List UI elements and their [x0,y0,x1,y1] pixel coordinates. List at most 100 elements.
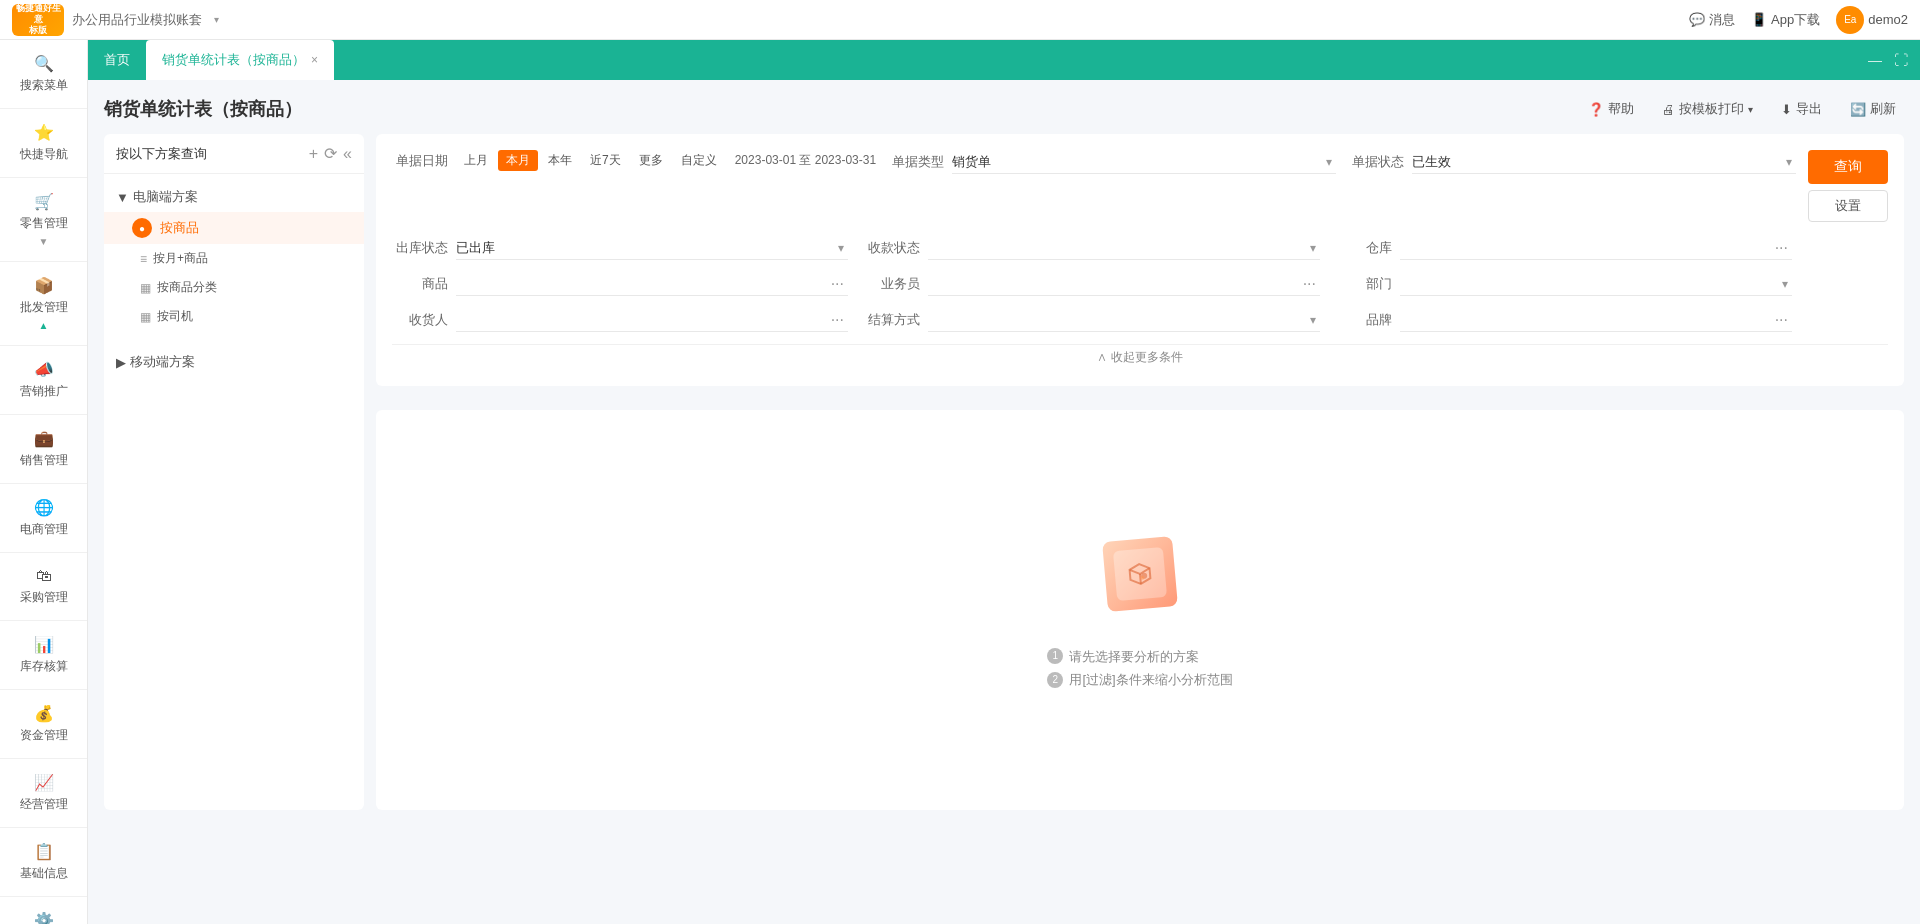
sidebar-item-retail[interactable]: 🛒 零售管理 ▼ [0,178,87,262]
sidebar-wholesale-label: 批发管理 [20,299,68,316]
date-label: 单据日期 [392,152,448,170]
mobile-scheme-group: ▶ 移动端方案 [104,339,364,385]
tab-close-button[interactable]: × [311,53,318,67]
brand-input[interactable] [1400,308,1792,332]
tab-home[interactable]: 首页 [88,40,146,80]
user-name: demo2 [1868,12,1908,27]
filter-salesperson: 业务员 ··· [864,272,1320,296]
export-label: 导出 [1796,100,1822,118]
period-custom[interactable]: 自定义 [673,150,725,171]
sidebar-item-system[interactable]: ⚙️ 系统管理 [0,897,87,924]
tab-active[interactable]: 销货单统计表（按商品） × [146,40,334,80]
sidebar-item-search[interactable]: 🔍 搜索菜单 [0,40,87,109]
sidebar-item-inventory[interactable]: 📊 库存核算 [0,621,87,690]
scheme-item-by-category[interactable]: ▦ 按商品分类 [104,273,364,302]
empty-state: 请先选择要分析的方案 用[过滤]条件来缩小分析范围 [1007,489,1272,732]
message-button[interactable]: 💬 消息 [1689,11,1735,29]
period-last-month[interactable]: 上月 [456,150,496,171]
department-input[interactable] [1400,272,1792,296]
sidebar-item-sales[interactable]: 💼 销售管理 [0,415,87,484]
page-actions: ❓ 帮助 🖨 按模板打印 ▾ ⬇ 导出 🔄 [1580,96,1904,122]
print-icon: 🖨 [1662,102,1675,117]
warehouse-ellipsis[interactable]: ··· [1775,239,1788,257]
refresh-label: 刷新 [1870,100,1896,118]
logo-text: 畅捷通好生意 [12,3,64,25]
sidebar-item-purchase[interactable]: 🛍 采购管理 [0,553,87,621]
receiver-input[interactable] [456,308,848,332]
sidebar-item-basics[interactable]: 📋 基础信息 [0,828,87,897]
filter-receipt-status: 收款状态 ▾ [864,236,1320,260]
empty-text-1: 请先选择要分析的方案 [1047,645,1232,668]
help-label: 帮助 [1608,100,1634,118]
user-profile[interactable]: Ea demo2 [1836,6,1908,34]
receipt-status-input[interactable] [928,236,1320,260]
salesperson-ellipsis[interactable]: ··· [1303,275,1316,293]
mobile-group-header[interactable]: ▶ 移动端方案 [104,347,364,377]
collapse-panel-button[interactable]: « [343,145,352,163]
scheme-by-driver-label: 按司机 [157,308,193,325]
query-button[interactable]: 查询 [1808,150,1888,184]
brand-ellipsis[interactable]: ··· [1775,311,1788,329]
receiver-ellipsis[interactable]: ··· [831,311,844,329]
breadcrumb-arrow[interactable]: ▾ [214,14,219,25]
receiver-label: 收货人 [392,311,448,329]
sidebar-search-label: 搜索菜单 [20,77,68,94]
date-range-display: 2023-03-01 至 2023-03-31 [735,152,876,169]
operations-icon: 📈 [34,773,54,792]
box-svg [1127,561,1153,587]
goods-ellipsis[interactable]: ··· [831,275,844,293]
finance-icon: 💰 [34,704,54,723]
top-bar-right: 💬 消息 📱 App下载 Ea demo2 [1689,6,1908,34]
print-button[interactable]: 🖨 按模板打印 ▾ [1654,96,1761,122]
refresh-scheme-button[interactable]: ⟳ [324,144,337,163]
sidebar-item-finance[interactable]: 💰 资金管理 [0,690,87,759]
refresh-button[interactable]: 🔄 刷新 [1842,96,1904,122]
period-more[interactable]: 更多 [631,150,671,171]
warehouse-input[interactable] [1400,236,1792,260]
empty-state-panel: 请先选择要分析的方案 用[过滤]条件来缩小分析范围 [376,410,1904,810]
tab-maximize-button[interactable]: ⛶ [1890,48,1912,72]
scheme-item-by-month-product[interactable]: ≡ 按月+商品 [104,244,364,273]
help-button[interactable]: ❓ 帮助 [1580,96,1642,122]
sidebar-item-operations[interactable]: 📈 经营管理 [0,759,87,828]
scheme-item-by-driver[interactable]: ▦ 按司机 [104,302,364,331]
sidebar-operations-label: 经营管理 [20,796,68,813]
active-tab-label: 销货单统计表（按商品） [162,51,305,69]
doc-type-input[interactable] [952,150,1336,174]
add-scheme-button[interactable]: + [309,145,318,163]
doc-status-input[interactable] [1412,150,1796,174]
goods-input[interactable] [456,272,848,296]
period-this-month[interactable]: 本月 [498,150,538,171]
period-7days[interactable]: 近7天 [582,150,629,171]
payment-method-input[interactable] [928,308,1320,332]
empty-text-list: 请先选择要分析的方案 用[过滤]条件来缩小分析范围 [1047,645,1232,692]
search-icon: 🔍 [34,54,54,73]
salesperson-input[interactable] [928,272,1320,296]
period-this-year[interactable]: 本年 [540,150,580,171]
sidebar-inventory-label: 库存核算 [20,658,68,675]
scheme-by-month-product-label: 按月+商品 [153,250,208,267]
export-button[interactable]: ⬇ 导出 [1773,96,1830,122]
wholesale-icon: 📦 [34,276,54,295]
scheme-item-by-product[interactable]: ● 按商品 [104,212,364,244]
page-title: 销货单统计表（按商品） [104,97,302,121]
empty-box [1102,536,1178,612]
sidebar-item-ecommerce[interactable]: 🌐 电商管理 [0,484,87,553]
left-panel: 按以下方案查询 + ⟳ « ▼ 电脑端方案 [104,134,364,810]
desktop-group-arrow: ▼ [116,190,129,205]
retail-expand-icon: ▼ [39,236,49,247]
collapse-button[interactable]: ∧ 收起更多条件 [1097,349,1182,366]
sidebar-finance-label: 资金管理 [20,727,68,744]
sidebar-item-marketing[interactable]: 📣 营销推广 [0,346,87,415]
doc-type-label: 单据类型 [888,153,944,171]
sidebar-item-wholesale[interactable]: 📦 批发管理 ▲ [0,262,87,346]
app-download-button[interactable]: 📱 App下载 [1751,11,1820,29]
sales-icon: 💼 [34,429,54,448]
export-icon: ⬇ [1781,102,1792,117]
out-status-input[interactable] [456,236,848,260]
print-label: 按模板打印 [1679,100,1744,118]
desktop-group-header[interactable]: ▼ 电脑端方案 [104,182,364,212]
settings-button[interactable]: 设置 [1808,190,1888,222]
sidebar-item-quicknav[interactable]: ⭐ 快捷导航 [0,109,87,178]
tab-minimize-button[interactable]: — [1864,48,1886,72]
